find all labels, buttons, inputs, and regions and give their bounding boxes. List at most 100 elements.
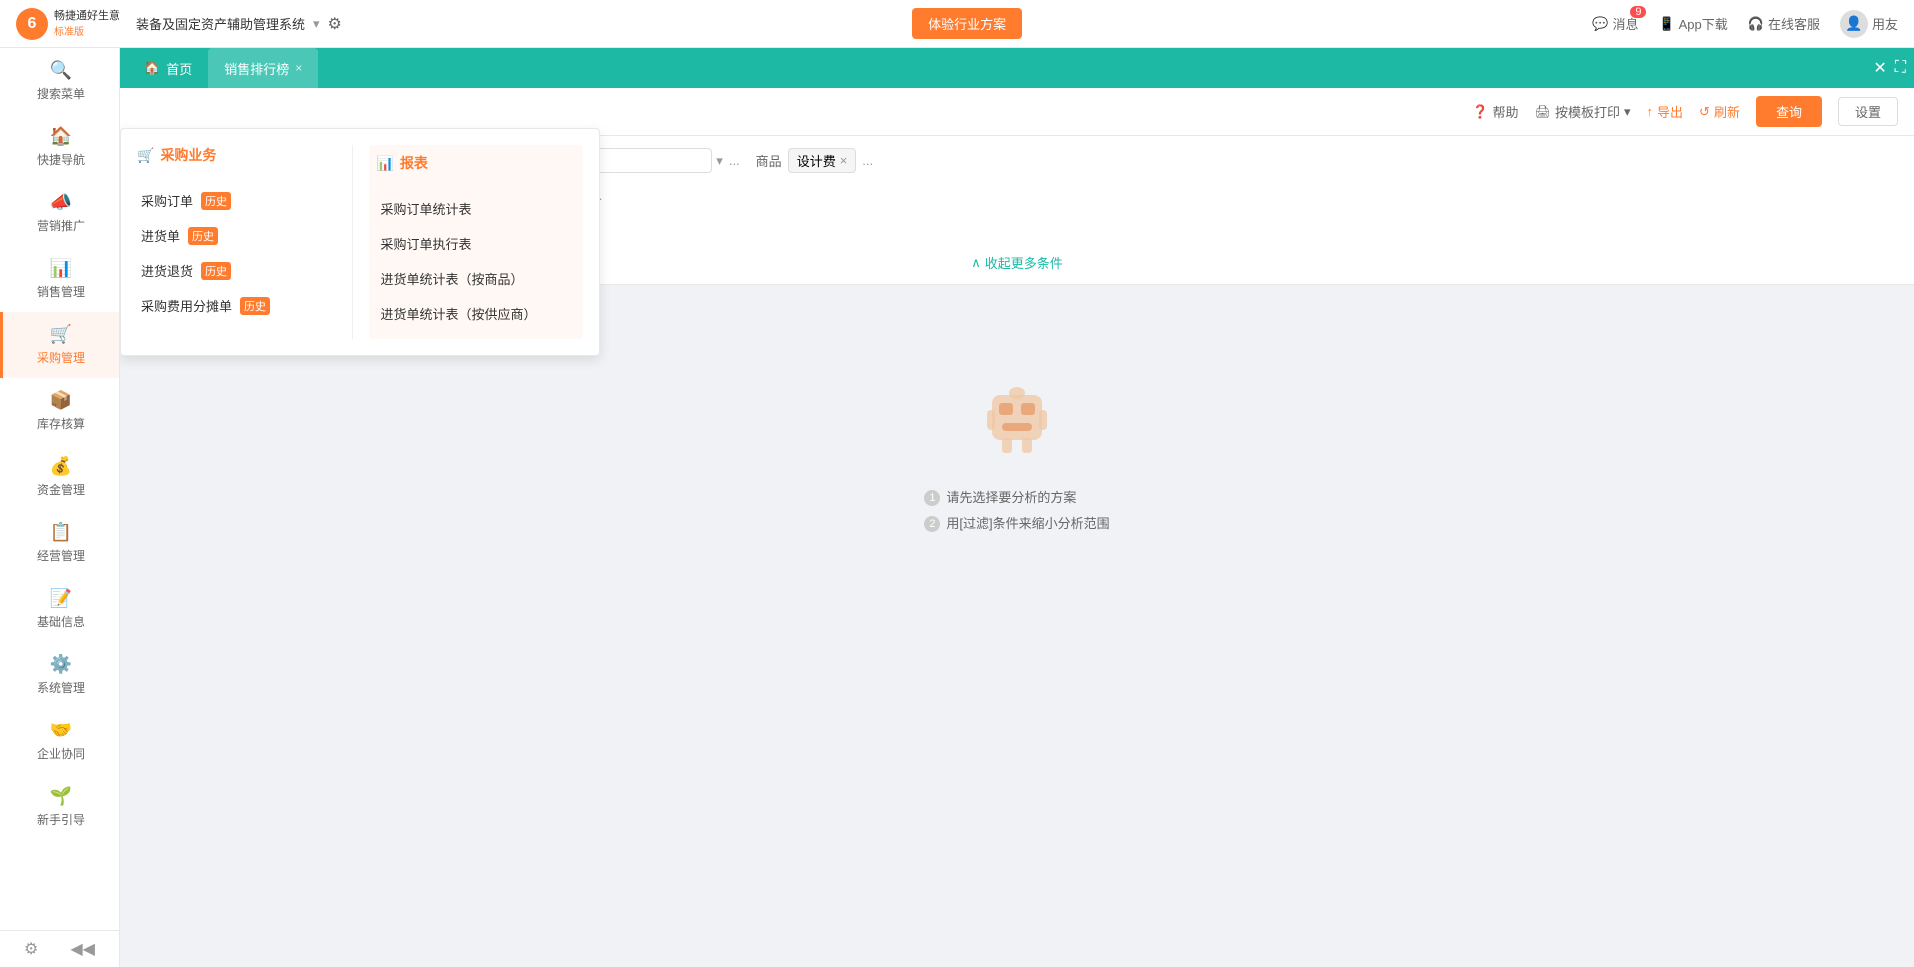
- sidebar-item-finance[interactable]: 💰 资金管理: [0, 444, 119, 510]
- sidebar-item-label: 快捷导航: [37, 151, 85, 168]
- purchase-business-column: 🛒 采购业务 采购订单 历史 进货单 历史 进货退货 历史: [137, 145, 336, 339]
- history-badge-1: 历史: [201, 192, 231, 210]
- handshake-icon: 🤝: [50, 720, 72, 741]
- menu-item-purchase-expense[interactable]: 采购费用分摊单 历史: [137, 288, 336, 323]
- menu-item-purchase-order-stats[interactable]: 采购订单统计表: [377, 191, 576, 226]
- content-area: 🏠 首页 销售排行榜 × ✕ ⛶ ❓ 帮助 🖨 按模板打印 ▾: [120, 48, 1914, 967]
- mobile-icon: 📱: [1658, 16, 1674, 32]
- settings-icon[interactable]: ⚙: [328, 14, 342, 34]
- sidebar-item-label: 库存核算: [37, 415, 85, 432]
- menu-item-purchase-order[interactable]: 采购订单 历史: [137, 183, 336, 218]
- search-icon: 🔍: [50, 60, 72, 81]
- menu-item-incoming-stats-goods[interactable]: 进货单统计表（按商品）: [377, 261, 576, 296]
- seedling-icon: 🌱: [50, 786, 72, 807]
- home-icon: 🏠: [50, 126, 72, 147]
- avatar: 👤: [1840, 10, 1868, 38]
- page-content: ❓ 帮助 🖨 按模板打印 ▾ ↑ 导出 ↺ 刷新 查询 设置: [120, 88, 1914, 967]
- sidebar-item-operations[interactable]: 📋 经营管理: [0, 510, 119, 576]
- report-column: 📊 报表 采购订单统计表 采购订单执行表 进货单统计表（按商品） 进货单统计表（…: [369, 145, 584, 339]
- tab-home[interactable]: 🏠 首页: [128, 48, 208, 88]
- refresh-icon: ↺: [1699, 104, 1710, 120]
- order-status-chevron-icon: ▾: [716, 153, 723, 169]
- headset-icon: 🎧: [1748, 16, 1764, 32]
- menu-item-purchase-order-exec[interactable]: 采购订单执行表: [377, 226, 576, 261]
- sidebar-item-guide[interactable]: 🌱 新手引导: [0, 774, 119, 840]
- menu-divider: [352, 145, 353, 339]
- menu-item-incoming[interactable]: 进货单 历史: [137, 218, 336, 253]
- file-icon: 📝: [50, 588, 72, 609]
- user-menu[interactable]: 👤 用友: [1840, 10, 1898, 38]
- report-section-icon: 📊: [377, 155, 394, 172]
- print-button[interactable]: 🖨 按模板打印 ▾: [1534, 102, 1630, 121]
- sidebar-item-system[interactable]: ⚙️ 系统管理: [0, 642, 119, 708]
- sidebar-item-purchase[interactable]: 🛒 采购管理: [0, 312, 119, 378]
- trial-button[interactable]: 体验行业方案: [912, 8, 1022, 39]
- tab-close-icon[interactable]: ×: [295, 61, 302, 75]
- cart-icon: 🛒: [50, 324, 72, 345]
- sidebar-item-label: 销售管理: [37, 283, 85, 300]
- refresh-button[interactable]: ↺ 刷新: [1699, 102, 1740, 121]
- tip-item-2: 2 用[过滤]条件来缩小分析范围: [924, 511, 1109, 537]
- goods-tag[interactable]: 设计费 ×: [788, 148, 857, 173]
- report-section-title: 📊 报表: [377, 153, 576, 179]
- goods-dots[interactable]: ...: [862, 153, 873, 168]
- menu-item-incoming-stats-supplier[interactable]: 进货单统计表（按供应商）: [377, 296, 576, 331]
- print-icon: 🖨: [1534, 104, 1551, 120]
- sidebar-item-quick-nav[interactable]: 🏠 快捷导航: [0, 114, 119, 180]
- sidebar-item-marketing[interactable]: 📣 营销推广: [0, 180, 119, 246]
- sidebar-collapse-button[interactable]: ◀◀: [70, 939, 95, 959]
- purchase-section-icon: 🛒: [137, 147, 154, 164]
- sidebar-item-label: 企业协同: [37, 745, 85, 762]
- sidebar-item-base-info[interactable]: 📝 基础信息: [0, 576, 119, 642]
- menu-item-return-goods[interactable]: 进货退货 历史: [137, 253, 336, 288]
- message-button[interactable]: 💬 消息 9: [1592, 14, 1638, 33]
- sidebar-item-label: 资金管理: [37, 481, 85, 498]
- system-title: 装备及固定资产辅助管理系统: [136, 14, 305, 33]
- goods-label: 商品: [756, 151, 782, 170]
- box-icon: 📦: [50, 390, 72, 411]
- logo-badge: 标准版: [54, 23, 120, 38]
- sidebar-item-enterprise[interactable]: 🤝 企业协同: [0, 708, 119, 774]
- sidebar-settings-button[interactable]: ⚙: [24, 939, 38, 959]
- help-icon: ❓: [1472, 104, 1488, 120]
- logo-icon: 6: [16, 8, 48, 40]
- message-badge: 9: [1630, 6, 1646, 18]
- sidebar-item-sales[interactable]: 📊 销售管理: [0, 246, 119, 312]
- clipboard-icon: 📋: [50, 522, 72, 543]
- tab-sales-ranking[interactable]: 销售排行榜 ×: [208, 48, 318, 88]
- set-button[interactable]: 设置: [1838, 97, 1898, 126]
- system-title-area: 装备及固定资产辅助管理系统 ▾ ⚙: [136, 14, 342, 34]
- sidebar-item-label: 营销推广: [37, 217, 85, 234]
- online-service-button[interactable]: 🎧 在线客服: [1748, 14, 1820, 33]
- header-center: 体验行业方案: [342, 8, 1592, 39]
- empty-tips: 1 请先选择要分析的方案 2 用[过滤]条件来缩小分析范围: [924, 485, 1109, 537]
- history-badge-2: 历史: [188, 227, 218, 245]
- chevron-down-icon[interactable]: ▾: [313, 16, 320, 32]
- sidebar-item-label: 搜索菜单: [37, 85, 85, 102]
- header-right: 💬 消息 9 📱 App下载 🎧 在线客服 👤 用友: [1592, 10, 1898, 38]
- sidebar-item-label: 基础信息: [37, 613, 85, 630]
- money-icon: 💰: [50, 456, 72, 477]
- tip-item-1: 1 请先选择要分析的方案: [924, 485, 1109, 511]
- export-button[interactable]: ↑ 导出: [1647, 102, 1684, 121]
- history-badge-4: 历史: [240, 297, 270, 315]
- sidebar-item-search[interactable]: 🔍 搜索菜单: [0, 48, 119, 114]
- tab-bar-expand-button[interactable]: ⛶: [1895, 59, 1906, 77]
- main-layout: 🔍 搜索菜单 🏠 快捷导航 📣 营销推广 📊 销售管理 🛒 采购管理 📦 库存核…: [0, 48, 1914, 967]
- goods-tag-close-icon[interactable]: ×: [840, 153, 848, 168]
- top-header: 6 畅捷通好生意 标准版 装备及固定资产辅助管理系统 ▾ ⚙ 体验行业方案 💬 …: [0, 0, 1914, 48]
- message-icon: 💬: [1592, 16, 1608, 32]
- logo-text: 畅捷通好生意: [54, 9, 120, 23]
- query-button[interactable]: 查询: [1756, 96, 1822, 127]
- history-badge-3: 历史: [201, 262, 231, 280]
- sidebar-bottom: ⚙ ◀◀: [0, 930, 119, 967]
- sidebar-item-inventory[interactable]: 📦 库存核算: [0, 378, 119, 444]
- order-status-dots[interactable]: ...: [729, 153, 740, 168]
- help-button[interactable]: ❓ 帮助: [1472, 102, 1518, 121]
- app-download-button[interactable]: 📱 App下载: [1658, 14, 1727, 33]
- purchase-dropdown-menu: 🛒 采购业务 采购订单 历史 进货单 历史 进货退货 历史: [120, 128, 600, 356]
- purchase-section-title: 🛒 采购业务: [137, 145, 336, 171]
- tab-bar-close-button[interactable]: ✕: [1873, 58, 1886, 78]
- megaphone-icon: 📣: [50, 192, 72, 213]
- export-icon: ↑: [1647, 104, 1654, 119]
